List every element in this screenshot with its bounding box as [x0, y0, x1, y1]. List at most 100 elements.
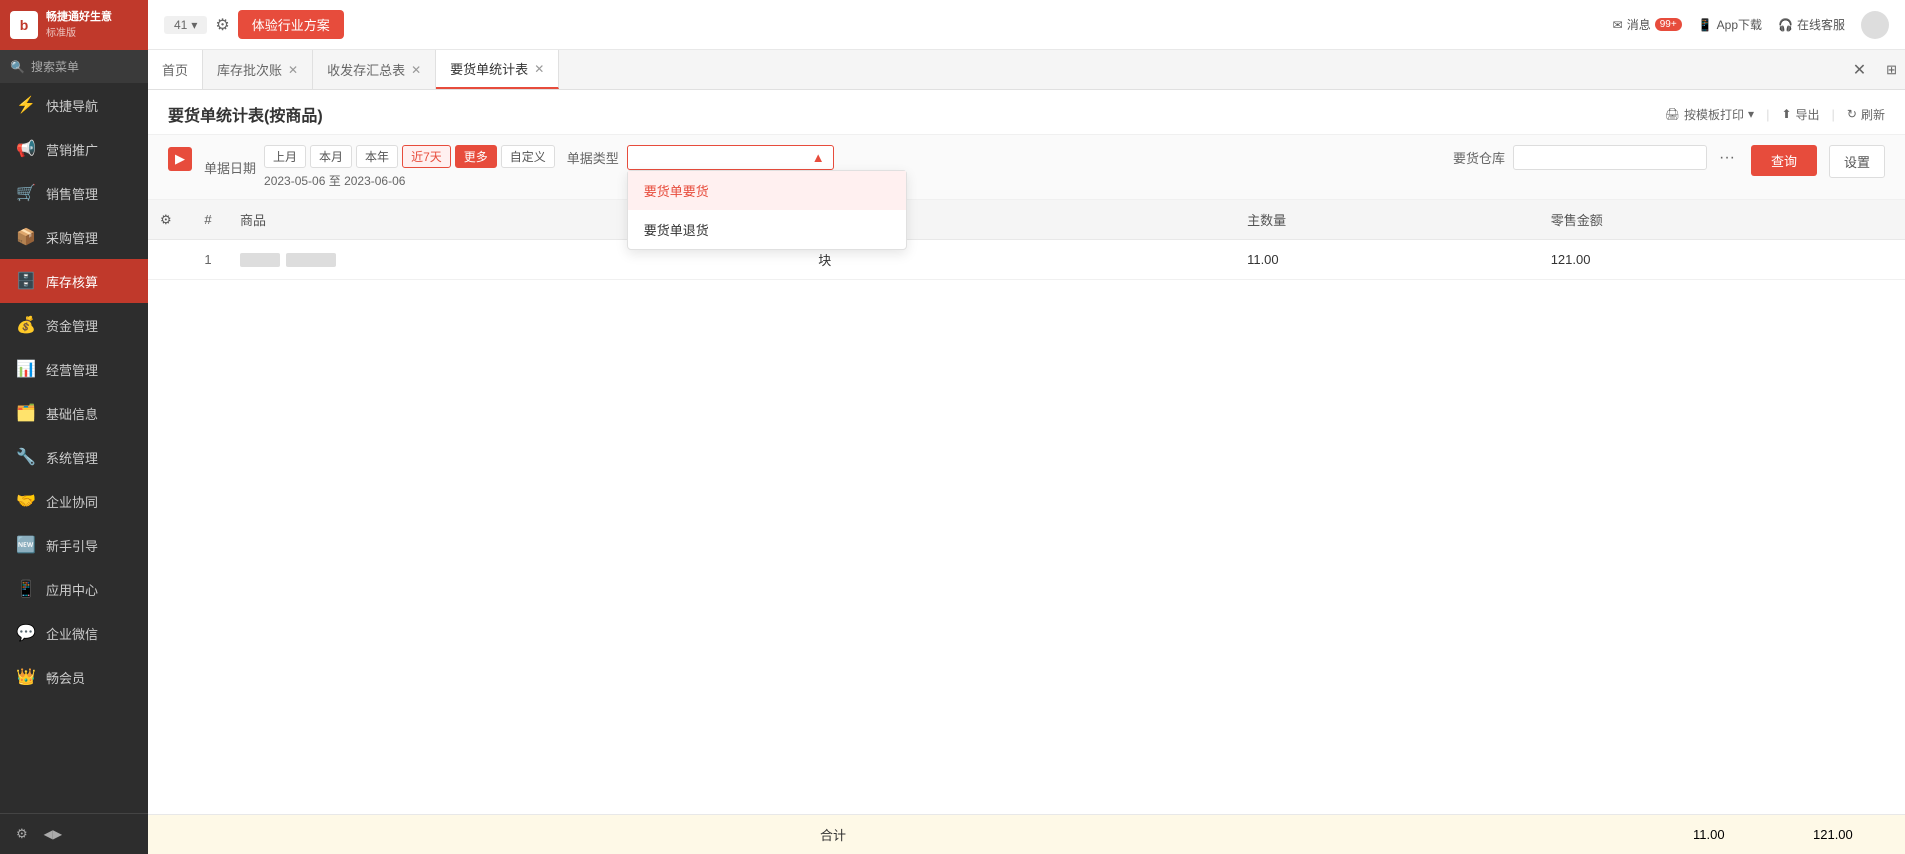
sales-icon: 🛒 [16, 183, 36, 203]
topbar-settings-icon[interactable]: ⚙ [215, 15, 229, 35]
sidebar-bottom: ⚙ ◀▶ [0, 813, 148, 854]
footer-qty: 11.00 [1693, 827, 1773, 842]
operations-icon: 📊 [16, 359, 36, 379]
table-wrapper: ⚙ # 商品 主计量单位 主数量 零售金额 1 [148, 200, 1905, 280]
search-menu[interactable]: 🔍 搜索菜单 [0, 50, 148, 83]
date-range-display: 2023-05-06 至 2023-06-06 [264, 172, 555, 189]
sidebar-item-system[interactable]: 🔧 系统管理 [0, 435, 148, 479]
inventory-icon: 🗄️ [16, 271, 36, 291]
marketing-icon: 📢 [16, 139, 36, 159]
app-center-icon: 📱 [16, 579, 36, 599]
app-download-button[interactable]: 📱 App下载 [1698, 16, 1762, 33]
tab-home[interactable]: 首页 [148, 50, 203, 89]
date-custom[interactable]: 自定义 [501, 145, 555, 168]
type-filter-field[interactable] [636, 146, 812, 169]
type-filter-input[interactable]: ▲ [627, 145, 834, 170]
topbar-right: ✉ 消息 99+ 📱 App下载 🎧 在线客服 [1613, 11, 1889, 39]
warehouse-input[interactable] [1513, 145, 1707, 170]
app-logo: b [10, 11, 38, 39]
refresh-button[interactable]: ↻ 刷新 [1847, 106, 1885, 123]
sidebar-item-vip[interactable]: 👑 畅会员 [0, 655, 148, 699]
tab-receive-send-summary[interactable]: 收发存汇总表 ✕ [313, 50, 436, 89]
chevron-up-icon[interactable]: ▲ [812, 150, 825, 165]
page-header: 要货单统计表(按商品) 🖨 按模板打印 ▾ | ⬆ 导出 | ↻ 刷新 [148, 90, 1905, 135]
quick-nav-icon: ⚡ [16, 95, 36, 115]
user-avatar[interactable] [1861, 11, 1889, 39]
messages-button[interactable]: ✉ 消息 99+ [1613, 16, 1682, 33]
type-dropdown-wrapper: ▲ 要货单要货 要货单退货 [627, 145, 834, 170]
date-more[interactable]: 更多 [455, 145, 497, 168]
print-button[interactable]: 🖨 按模板打印 ▾ [1665, 106, 1754, 123]
column-settings-icon[interactable]: ⚙ [160, 212, 172, 227]
filter-expand-button[interactable]: ▶ [168, 147, 192, 171]
chevron-down-print-icon: ▾ [1748, 107, 1754, 121]
sidebar-item-guide[interactable]: 🆕 新手引导 [0, 523, 148, 567]
date-this-month[interactable]: 本月 [310, 145, 352, 168]
main-area: 41 ▾ ⚙ 体验行业方案 ✉ 消息 99+ 📱 App下载 🎧 在线客服 [148, 0, 1905, 854]
sidebar-item-enterprise[interactable]: 🤝 企业协同 [0, 479, 148, 523]
page-actions: 🖨 按模板打印 ▾ | ⬆ 导出 | ↻ 刷新 [1665, 106, 1885, 123]
date-last-7days[interactable]: 近7天 [402, 145, 451, 168]
sidebar-item-app-center[interactable]: 📱 应用中心 [0, 567, 148, 611]
tab-inventory-batch-close[interactable]: ✕ [288, 63, 298, 77]
date-last-month[interactable]: 上月 [264, 145, 306, 168]
sidebar-item-basic-info[interactable]: 🗂️ 基础信息 [0, 391, 148, 435]
vip-icon: 👑 [16, 667, 36, 687]
table-row: 1 块 11.00 121.00 [148, 240, 1905, 280]
search-icon: 🔍 [10, 60, 25, 74]
topbar-tabs-area: 41 ▾ ⚙ 体验行业方案 [164, 10, 1601, 39]
enterprise-icon: 🤝 [16, 491, 36, 511]
dropdown-item-order-return[interactable]: 要货单退货 [628, 210, 906, 249]
sidebar-item-operations[interactable]: 📊 经营管理 [0, 347, 148, 391]
chevron-right-icon: ▶ [175, 151, 185, 167]
system-icon: 🔧 [16, 447, 36, 467]
data-table: ⚙ # 商品 主计量单位 主数量 零售金额 1 [148, 200, 1905, 280]
footer-amount: 121.00 [1813, 827, 1893, 842]
row-amount-1: 121.00 [1539, 240, 1905, 280]
tab-inventory-batch[interactable]: 库存批次账 ✕ [203, 50, 313, 89]
message-icon: ✉ [1613, 18, 1623, 32]
online-service-button[interactable]: 🎧 在线客服 [1778, 16, 1845, 33]
tab-count-selector[interactable]: 41 ▾ [164, 16, 207, 34]
phone-icon: 📱 [1698, 18, 1713, 32]
sidebar-item-inventory[interactable]: 🗄️ 库存核算 [0, 259, 148, 303]
col-settings: ⚙ [148, 200, 188, 240]
settings-button[interactable]: 设置 [1829, 145, 1885, 178]
sidebar-item-wechat[interactable]: 💬 企业微信 [0, 611, 148, 655]
query-button[interactable]: 查询 [1751, 145, 1817, 176]
sidebar-header: b 畅捷通好生意 标准版 [0, 0, 148, 50]
export-icon: ⬆ [1781, 107, 1791, 121]
topbar: 41 ▾ ⚙ 体验行业方案 ✉ 消息 99+ 📱 App下载 🎧 在线客服 [148, 0, 1905, 50]
table-header-row: ⚙ # 商品 主计量单位 主数量 零售金额 [148, 200, 1905, 240]
sidebar: b 畅捷通好生意 标准版 🔍 搜索菜单 ⚡ 快捷导航 📢 营销推广 🛒 销售管理… [0, 0, 148, 854]
type-dropdown: 要货单要货 要货单退货 [627, 170, 907, 250]
tab-order-stats[interactable]: 要货单统计表 ✕ [436, 50, 559, 89]
export-button[interactable]: ⬆ 导出 [1781, 106, 1819, 123]
sidebar-item-quick-nav[interactable]: ⚡ 快捷导航 [0, 83, 148, 127]
col-qty: 主数量 [1235, 200, 1539, 240]
col-amount: 零售金额 [1539, 200, 1905, 240]
dropdown-item-order-order[interactable]: 要货单要货 [628, 171, 906, 210]
collapse-icon[interactable]: ◀▶ [44, 827, 62, 841]
messages-badge: 99+ [1655, 18, 1682, 31]
promo-button[interactable]: 体验行业方案 [238, 10, 344, 39]
basic-info-icon: 🗂️ [16, 403, 36, 423]
tabbar: 首页 库存批次账 ✕ 收发存汇总表 ✕ 要货单统计表 ✕ ✕ ⊞ [148, 50, 1905, 90]
row-num-1: 1 [188, 240, 228, 280]
date-shortcuts: 上月 本月 本年 近7天 更多 自定义 [264, 145, 555, 168]
guide-icon: 🆕 [16, 535, 36, 555]
expand-tabs[interactable]: ⊞ [1878, 50, 1905, 89]
sidebar-item-marketing[interactable]: 📢 营销推广 [0, 127, 148, 171]
more-filters-button[interactable]: ··· [1715, 149, 1739, 167]
table-footer: 合计 11.00 121.00 [148, 814, 1905, 854]
tab-order-stats-close[interactable]: ✕ [534, 62, 544, 76]
sidebar-item-purchase[interactable]: 📦 采购管理 [0, 215, 148, 259]
warehouse-filter-group: 要货仓库 ··· [1453, 145, 1739, 170]
sidebar-item-finance[interactable]: 💰 资金管理 [0, 303, 148, 347]
tab-receive-send-close[interactable]: ✕ [411, 63, 421, 77]
type-filter-group: 单据类型 ▲ 要货单要货 要货单退货 [567, 145, 1441, 170]
date-this-year[interactable]: 本年 [356, 145, 398, 168]
close-all-tabs[interactable]: ✕ [1841, 50, 1878, 89]
settings-icon[interactable]: ⚙ [16, 826, 28, 842]
sidebar-item-sales[interactable]: 🛒 销售管理 [0, 171, 148, 215]
